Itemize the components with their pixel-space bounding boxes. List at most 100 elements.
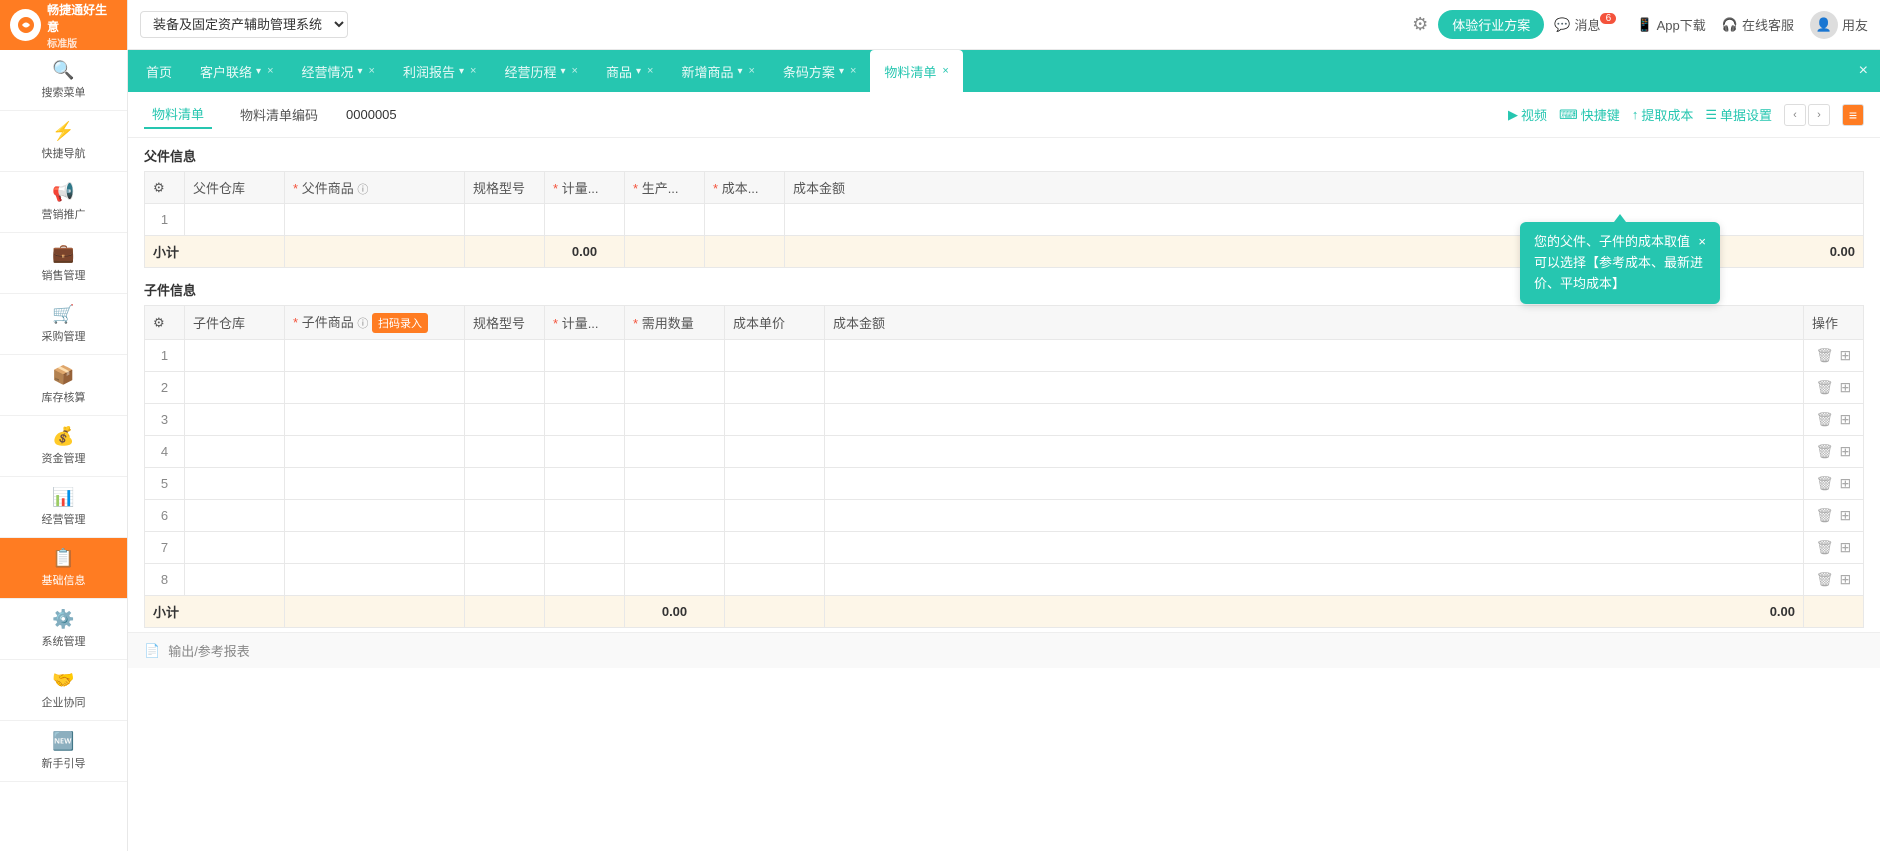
child-cost-amount-cell[interactable] [825, 340, 1804, 372]
child-qty-cell[interactable] [625, 436, 725, 468]
shortcut-button[interactable]: ⌨ 快捷键 [1559, 105, 1620, 124]
sidebar-item-inventory[interactable]: 📦 库存核算 [0, 355, 127, 416]
tab-close-icon[interactable]: × [369, 65, 375, 77]
child-warehouse-cell[interactable] [185, 500, 285, 532]
view-button[interactable]: ▶ 视频 [1508, 105, 1547, 124]
tab-close-icon[interactable]: × [647, 65, 653, 77]
child-product-cell[interactable] [285, 468, 465, 500]
sidebar-item-operations[interactable]: 📊 经营管理 [0, 477, 127, 538]
delete-icon[interactable]: 🗑 [1816, 475, 1834, 492]
parent-warehouse-cell[interactable] [185, 204, 285, 236]
tab-close-icon[interactable]: × [942, 65, 948, 77]
sidebar-item-marketing[interactable]: 📢 营销推广 [0, 172, 127, 233]
child-cost-amount-cell[interactable] [825, 564, 1804, 596]
child-warehouse-cell[interactable] [185, 340, 285, 372]
child-warehouse-cell[interactable] [185, 532, 285, 564]
child-spec-cell[interactable] [465, 500, 545, 532]
message-button[interactable]: 💬 消息 6 [1554, 15, 1620, 34]
tab-home[interactable]: 首页 [132, 50, 186, 92]
child-spec-cell[interactable] [465, 564, 545, 596]
sidebar-item-enterprise[interactable]: 🤝 企业协同 [0, 660, 127, 721]
child-unit-cost-cell[interactable] [725, 436, 825, 468]
child-qty-cell[interactable] [625, 564, 725, 596]
child-product-cell[interactable] [285, 340, 465, 372]
child-qty-cell[interactable] [625, 372, 725, 404]
sidebar-item-guide[interactable]: 🆕 新手引导 [0, 721, 127, 782]
user-menu[interactable]: 👤 用友 [1810, 11, 1868, 39]
sidebar-item-quick-nav[interactable]: ⚡ 快捷导航 [0, 111, 127, 172]
child-warehouse-cell[interactable] [185, 564, 285, 596]
child-unit-cost-cell[interactable] [725, 404, 825, 436]
sub-tab-bom[interactable]: 物料清单 [144, 100, 212, 129]
child-product-cell[interactable] [285, 500, 465, 532]
child-spec-cell[interactable] [465, 372, 545, 404]
child-spec-cell[interactable] [465, 436, 545, 468]
child-col-settings[interactable]: ⚙ [145, 306, 185, 340]
child-cost-amount-cell[interactable] [825, 468, 1804, 500]
child-qty-cell[interactable] [625, 404, 725, 436]
child-unit-cost-cell[interactable] [725, 468, 825, 500]
parent-product-cell[interactable] [285, 204, 465, 236]
child-unit-cell[interactable] [545, 404, 625, 436]
child-warehouse-cell[interactable] [185, 436, 285, 468]
parent-col-settings[interactable]: ⚙ [145, 172, 185, 204]
trial-button[interactable]: 体验行业方案 [1438, 10, 1544, 39]
extract-cost-button[interactable]: ↑ 提取成本 [1632, 105, 1694, 124]
sidebar-item-search[interactable]: 🔍 搜索菜单 [0, 50, 127, 111]
child-product-cell[interactable] [285, 404, 465, 436]
child-warehouse-cell[interactable] [185, 372, 285, 404]
tab-close-icon[interactable]: × [267, 65, 273, 77]
tab-profit[interactable]: 利润报告 ▾ × [389, 50, 490, 92]
copy-icon[interactable]: ⊞ [1840, 379, 1852, 396]
child-spec-cell[interactable] [465, 340, 545, 372]
copy-icon[interactable]: ⊞ [1840, 347, 1852, 364]
copy-icon[interactable]: ⊞ [1840, 539, 1852, 556]
parent-unit-cell[interactable] [545, 204, 625, 236]
footer-text[interactable]: 输出/参考报表 [168, 641, 250, 660]
delete-icon[interactable]: 🗑 [1816, 379, 1834, 396]
sidebar-item-system[interactable]: ⚙️ 系统管理 [0, 599, 127, 660]
child-spec-cell[interactable] [465, 468, 545, 500]
child-unit-cost-cell[interactable] [725, 372, 825, 404]
child-unit-cell[interactable] [545, 564, 625, 596]
child-product-cell[interactable] [285, 532, 465, 564]
child-qty-cell[interactable] [625, 468, 725, 500]
child-unit-cell[interactable] [545, 500, 625, 532]
tab-close-icon[interactable]: × [572, 65, 578, 77]
prev-button[interactable]: ‹ [1784, 104, 1806, 126]
child-unit-cost-cell[interactable] [725, 500, 825, 532]
delete-icon[interactable]: 🗑 [1816, 347, 1834, 364]
child-unit-cost-cell[interactable] [725, 340, 825, 372]
child-unit-cell[interactable] [545, 372, 625, 404]
delete-icon[interactable]: 🗑 [1816, 411, 1834, 428]
scan-input-button[interactable]: 扫码录入 [372, 313, 428, 333]
single-setting-button[interactable]: ☰ 单据设置 [1705, 105, 1772, 124]
parent-spec-cell[interactable] [465, 204, 545, 236]
sidebar-item-sales[interactable]: 💼 销售管理 [0, 233, 127, 294]
child-product-cell[interactable] [285, 564, 465, 596]
gear-icon[interactable]: ⚙ [1412, 14, 1428, 35]
sidebar-item-finance[interactable]: 💰 资金管理 [0, 416, 127, 477]
child-spec-cell[interactable] [465, 404, 545, 436]
delete-icon[interactable]: 🗑 [1816, 571, 1834, 588]
delete-icon[interactable]: 🗑 [1816, 507, 1834, 524]
child-cost-amount-cell[interactable] [825, 372, 1804, 404]
child-qty-cell[interactable] [625, 500, 725, 532]
parent-cost-cell[interactable] [705, 204, 785, 236]
tab-customer[interactable]: 客户联络 ▾ × [186, 50, 287, 92]
tab-bom[interactable]: 物料清单 × [870, 50, 962, 92]
system-selector[interactable]: 装备及固定资产辅助管理系统 [140, 11, 348, 38]
child-unit-cell[interactable] [545, 532, 625, 564]
tooltip-close-button[interactable]: × [1698, 232, 1706, 253]
tab-close-icon[interactable]: × [470, 65, 476, 77]
sidebar-item-purchase[interactable]: 🛒 采购管理 [0, 294, 127, 355]
child-unit-cell[interactable] [545, 436, 625, 468]
app-download-button[interactable]: 📱 App下载 [1636, 15, 1705, 34]
child-unit-cell[interactable] [545, 468, 625, 500]
copy-icon[interactable]: ⊞ [1840, 475, 1852, 492]
tab-barcode[interactable]: 条码方案 ▾ × [769, 50, 870, 92]
child-warehouse-cell[interactable] [185, 468, 285, 500]
parent-production-cell[interactable] [625, 204, 705, 236]
delete-icon[interactable]: 🗑 [1816, 539, 1834, 556]
child-product-cell[interactable] [285, 372, 465, 404]
